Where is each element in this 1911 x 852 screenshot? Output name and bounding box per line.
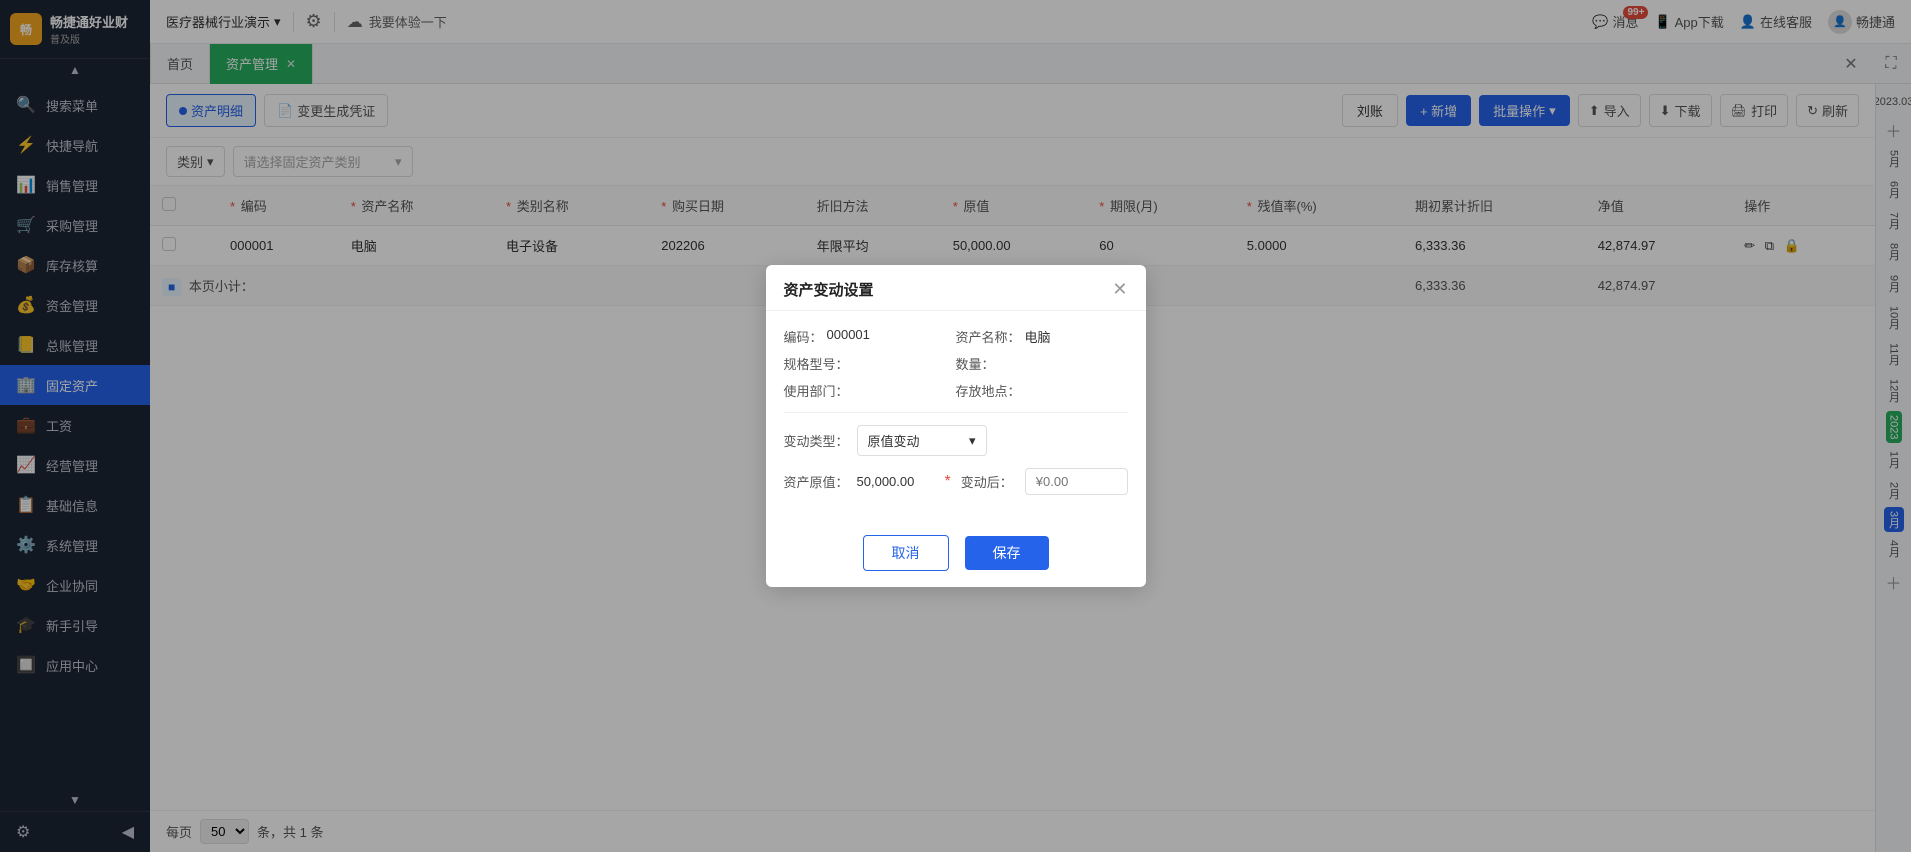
dialog-divider [784, 412, 1128, 413]
change-type-select[interactable]: 原值变动 ▾ [857, 425, 987, 456]
asset-change-dialog: 资产变动设置 ✕ 编码： 000001 资产名称： 电脑 规格型号： 数量： [766, 265, 1146, 587]
save-button[interactable]: 保存 [965, 536, 1049, 570]
dialog-after-required: * [945, 473, 951, 491]
cancel-button[interactable]: 取消 [863, 535, 949, 571]
dialog-change-type-field: 变动类型： 原值变动 ▾ [784, 425, 1128, 456]
dialog-code-value: 000001 [827, 327, 870, 346]
dialog-change-type-label: 变动类型： [784, 431, 849, 450]
dialog-quantity-label: 数量： [956, 354, 995, 373]
dialog-footer: 取消 保存 [766, 523, 1146, 587]
dialog-name-value: 电脑 [1025, 327, 1051, 346]
dialog-after-input[interactable] [1025, 468, 1128, 495]
dialog-asset-value-label: 资产原值： [784, 472, 849, 491]
dialog-info-grid: 编码： 000001 资产名称： 电脑 规格型号： 数量： 使用部门： [784, 327, 1128, 400]
dialog-after-label: 变动后： [961, 472, 1013, 491]
dialog-department-label: 使用部门： [784, 381, 849, 400]
dialog-location-item: 存放地点： [956, 381, 1128, 400]
dialog-name-label: 资产名称： [956, 327, 1021, 346]
change-type-dropdown-icon: ▾ [969, 433, 976, 449]
dialog-asset-value: 50,000.00 [857, 474, 937, 489]
dialog-spec-label: 规格型号： [784, 354, 849, 373]
dialog-department-item: 使用部门： [784, 381, 956, 400]
dialog-spec-item: 规格型号： [784, 354, 956, 373]
dialog-code-label: 编码： [784, 327, 823, 346]
dialog-body: 编码： 000001 资产名称： 电脑 规格型号： 数量： 使用部门： [766, 311, 1146, 523]
change-type-value: 原值变动 [868, 431, 920, 450]
dialog-code-item: 编码： 000001 [784, 327, 956, 346]
dialog-location-label: 存放地点： [956, 381, 1021, 400]
dialog-title: 资产变动设置 [784, 279, 874, 300]
dialog-header: 资产变动设置 ✕ [766, 265, 1146, 311]
dialog-quantity-item: 数量： [956, 354, 1128, 373]
dialog-close-icon[interactable]: ✕ [1112, 279, 1127, 300]
dialog-asset-value-field: 资产原值： 50,000.00 * 变动后： [784, 468, 1128, 495]
dialog-overlay: 资产变动设置 ✕ 编码： 000001 资产名称： 电脑 规格型号： 数量： [0, 0, 1911, 852]
dialog-name-item: 资产名称： 电脑 [956, 327, 1128, 346]
